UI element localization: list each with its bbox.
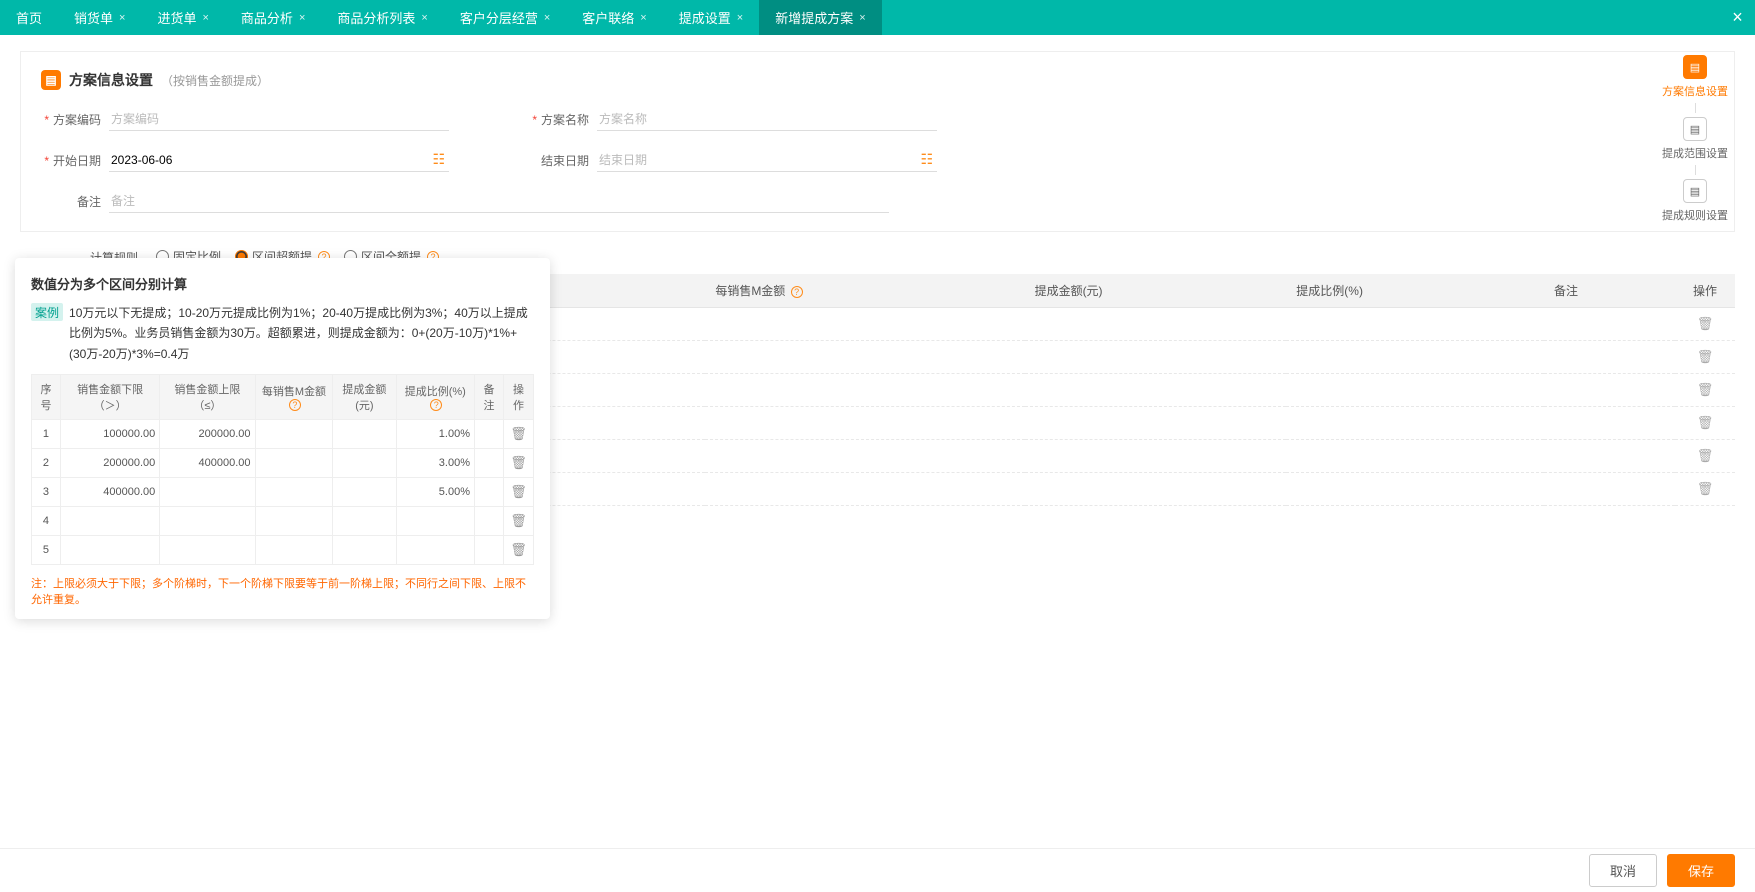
step-icon: ▤ — [1683, 179, 1707, 203]
help-icon[interactable]: ? — [430, 399, 442, 411]
step-icon: ▤ — [1683, 117, 1707, 141]
label-end: 结束日期 — [529, 152, 589, 169]
popover-title: 数值分为多个区间分别计算 — [31, 274, 534, 293]
delete-icon[interactable]: 🗑 — [510, 484, 527, 499]
tab-客户联络[interactable]: 客户联络× — [566, 0, 662, 35]
interval-example-popover: 数值分为多个区间分别计算 案例 10万元以下无提成；10-20万元提成比例为1%… — [15, 258, 550, 619]
tab-close-icon[interactable]: × — [119, 12, 125, 24]
delete-icon[interactable]: 🗑 — [510, 542, 527, 557]
delete-icon[interactable]: 🗑 — [1697, 448, 1714, 463]
section-icon: ▤ — [41, 70, 61, 90]
delete-icon[interactable]: 🗑 — [510, 455, 527, 470]
nav-step-1[interactable]: ▤提成范围设置 — [1655, 117, 1735, 161]
popover-note: 注：上限必须大于下限；多个阶梯时，下一个阶梯下限要等于前一阶梯上限；不同行之间下… — [31, 575, 534, 607]
tab-商品分析[interactable]: 商品分析× — [225, 0, 321, 35]
label-code: 方案编码 — [41, 111, 101, 128]
nav-step-0[interactable]: ▤方案信息设置 — [1655, 55, 1735, 99]
footer-actions: 取消 保存 — [0, 848, 1755, 892]
delete-icon[interactable]: 🗑 — [1697, 316, 1714, 331]
step-icon: ▤ — [1683, 55, 1707, 79]
section-title-text: 方案信息设置 — [69, 70, 153, 90]
section-subtitle: （按销售金额提成） — [161, 72, 269, 89]
calendar-icon[interactable]: ☷ — [432, 151, 445, 168]
tab-close-icon[interactable]: × — [421, 12, 427, 24]
example-table: 序号销售金额下限（＞）销售金额上限（≤）每销售M金额 ?提成金额(元)提成比例(… — [31, 374, 534, 565]
tab-close-icon[interactable]: × — [737, 12, 743, 24]
tab-close-icon[interactable]: × — [202, 12, 208, 24]
cancel-button[interactable]: 取消 — [1589, 854, 1657, 887]
label-remark: 备注 — [41, 193, 101, 210]
tab-close-icon[interactable]: × — [299, 12, 305, 24]
example-text: 10万元以下无提成；10-20万元提成比例为1%；20-40万提成比例为3%；4… — [69, 303, 534, 364]
tab-进货单[interactable]: 进货单× — [141, 0, 224, 35]
close-panel-icon[interactable]: × — [1720, 0, 1755, 35]
calendar-icon[interactable]: ☷ — [920, 151, 933, 168]
delete-icon[interactable]: 🗑 — [510, 513, 527, 528]
label-name: 方案名称 — [529, 111, 589, 128]
section-title: ▤ 方案信息设置 （按销售金额提成） — [41, 70, 1714, 90]
tab-提成设置[interactable]: 提成设置× — [663, 0, 759, 35]
delete-icon[interactable]: 🗑 — [1697, 349, 1714, 364]
help-icon[interactable]: ? — [791, 286, 803, 298]
tab-close-icon[interactable]: × — [640, 12, 646, 24]
input-end-date[interactable] — [597, 149, 937, 172]
input-start-date[interactable] — [109, 149, 449, 172]
tab-新增提成方案[interactable]: 新增提成方案× — [759, 0, 881, 35]
tab-首页[interactable]: 首页 — [0, 0, 58, 35]
right-step-nav: ▤方案信息设置 ▤提成范围设置 ▤提成规则设置 — [1655, 55, 1735, 237]
label-start: 开始日期 — [41, 152, 101, 169]
tab-close-icon[interactable]: × — [544, 12, 550, 24]
delete-icon[interactable]: 🗑 — [1697, 415, 1714, 430]
delete-icon[interactable]: 🗑 — [1697, 481, 1714, 496]
example-tag: 案例 — [31, 303, 63, 321]
delete-icon[interactable]: 🗑 — [1697, 382, 1714, 397]
tab-客户分层经营[interactable]: 客户分层经营× — [444, 0, 566, 35]
tab-商品分析列表[interactable]: 商品分析列表× — [321, 0, 443, 35]
delete-icon[interactable]: 🗑 — [510, 426, 527, 441]
tab-close-icon[interactable]: × — [859, 12, 865, 24]
input-remark[interactable] — [109, 190, 889, 213]
tab-销货单[interactable]: 销货单× — [58, 0, 141, 35]
input-name[interactable] — [597, 108, 937, 131]
nav-step-2[interactable]: ▤提成规则设置 — [1655, 179, 1735, 223]
save-button[interactable]: 保存 — [1667, 854, 1735, 887]
top-tabs: 首页销货单×进货单×商品分析×商品分析列表×客户分层经营×客户联络×提成设置×新… — [0, 0, 1755, 35]
help-icon[interactable]: ? — [289, 399, 301, 411]
input-code[interactable] — [109, 108, 449, 131]
plan-info-section: ▤ 方案信息设置 （按销售金额提成） 方案编码 方案名称 开始日期 ☷ 结束日期… — [20, 51, 1735, 232]
